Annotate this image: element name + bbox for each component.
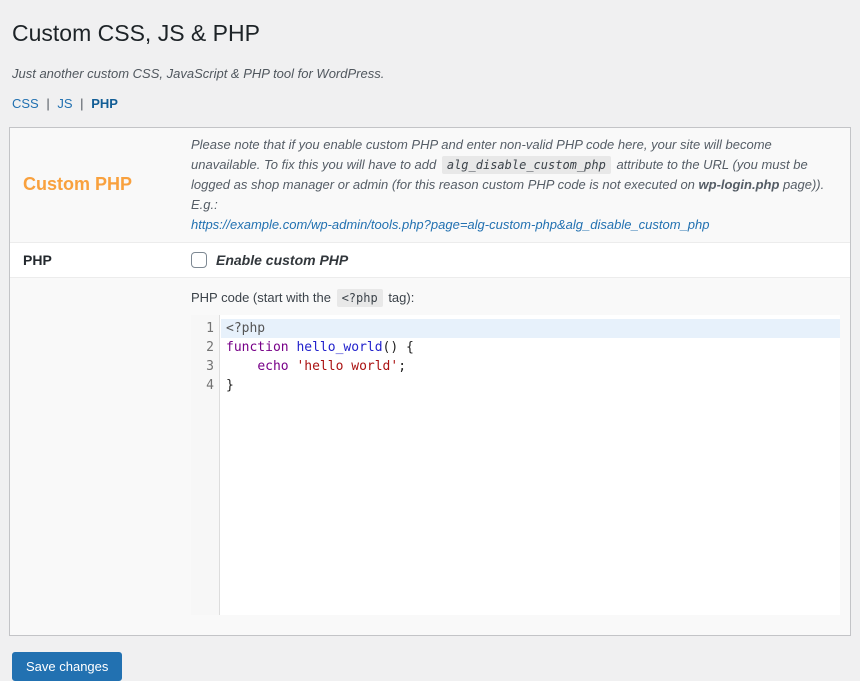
tab-nav: CSS | JS | PHP bbox=[12, 96, 851, 111]
code-line[interactable]: 3 echo 'hello world'; bbox=[191, 357, 840, 376]
line-number: 4 bbox=[206, 377, 214, 393]
code-text: function hello_world() { bbox=[226, 339, 414, 355]
line-number: 2 bbox=[206, 339, 214, 355]
table-row-code: PHP code (start with the <?php tag): 1 <?… bbox=[10, 276, 850, 635]
page-title: Custom CSS, JS & PHP bbox=[12, 20, 260, 46]
admin-page: Custom CSS, JS & PHP Just another custom… bbox=[0, 0, 860, 681]
tab-php[interactable]: PHP bbox=[91, 96, 118, 111]
line-number: 3 bbox=[206, 358, 214, 374]
code-editor-lines: 1 <?php 2 function hello_world() { 3 echo 'h… bbox=[191, 315, 840, 395]
enable-custom-php-checkbox[interactable] bbox=[191, 251, 207, 268]
code-text: echo 'hello world'; bbox=[257, 358, 407, 374]
tab-css[interactable]: CSS bbox=[12, 96, 39, 111]
line-number: 1 bbox=[206, 320, 214, 336]
tab-separator: | bbox=[46, 95, 50, 111]
code-field-label: PHP code (start with the <?php tag): bbox=[191, 288, 415, 307]
note-bold-filename: wp-login.php bbox=[698, 176, 780, 192]
php-row-label: PHP bbox=[23, 251, 52, 268]
code-line[interactable]: 4} bbox=[191, 376, 840, 395]
code-line[interactable]: 1 <?php bbox=[191, 318, 840, 338]
tab-separator: | bbox=[80, 95, 84, 111]
settings-table: Custom PHP Please note that if you enabl… bbox=[9, 126, 851, 636]
code-line[interactable]: 2 function hello_world() { bbox=[191, 338, 840, 357]
table-row-heading: Custom PHP Please note that if you enabl… bbox=[10, 127, 850, 242]
section-heading: Custom PHP bbox=[23, 174, 133, 195]
code-text: } bbox=[226, 377, 234, 393]
enable-custom-php-label[interactable]: Enable custom PHP bbox=[216, 252, 348, 268]
page-subtitle: Just another custom CSS, JavaScript & PH… bbox=[12, 65, 385, 81]
inline-code-php-tag: <?php bbox=[336, 288, 383, 307]
php-warning-note: Please note that if you enable custom PH… bbox=[181, 128, 850, 242]
inline-code-disable-attr: alg_disable_custom_php bbox=[441, 155, 611, 174]
table-row-enable: PHP Enable custom PHP bbox=[10, 241, 850, 277]
code-text: <?php bbox=[221, 318, 840, 338]
tab-js[interactable]: JS bbox=[57, 96, 72, 111]
example-url-link[interactable]: https://example.com/wp-admin/tools.php?p… bbox=[191, 215, 710, 235]
code-editor[interactable]: 1 <?php 2 function hello_world() { 3 echo 'h… bbox=[191, 314, 840, 615]
